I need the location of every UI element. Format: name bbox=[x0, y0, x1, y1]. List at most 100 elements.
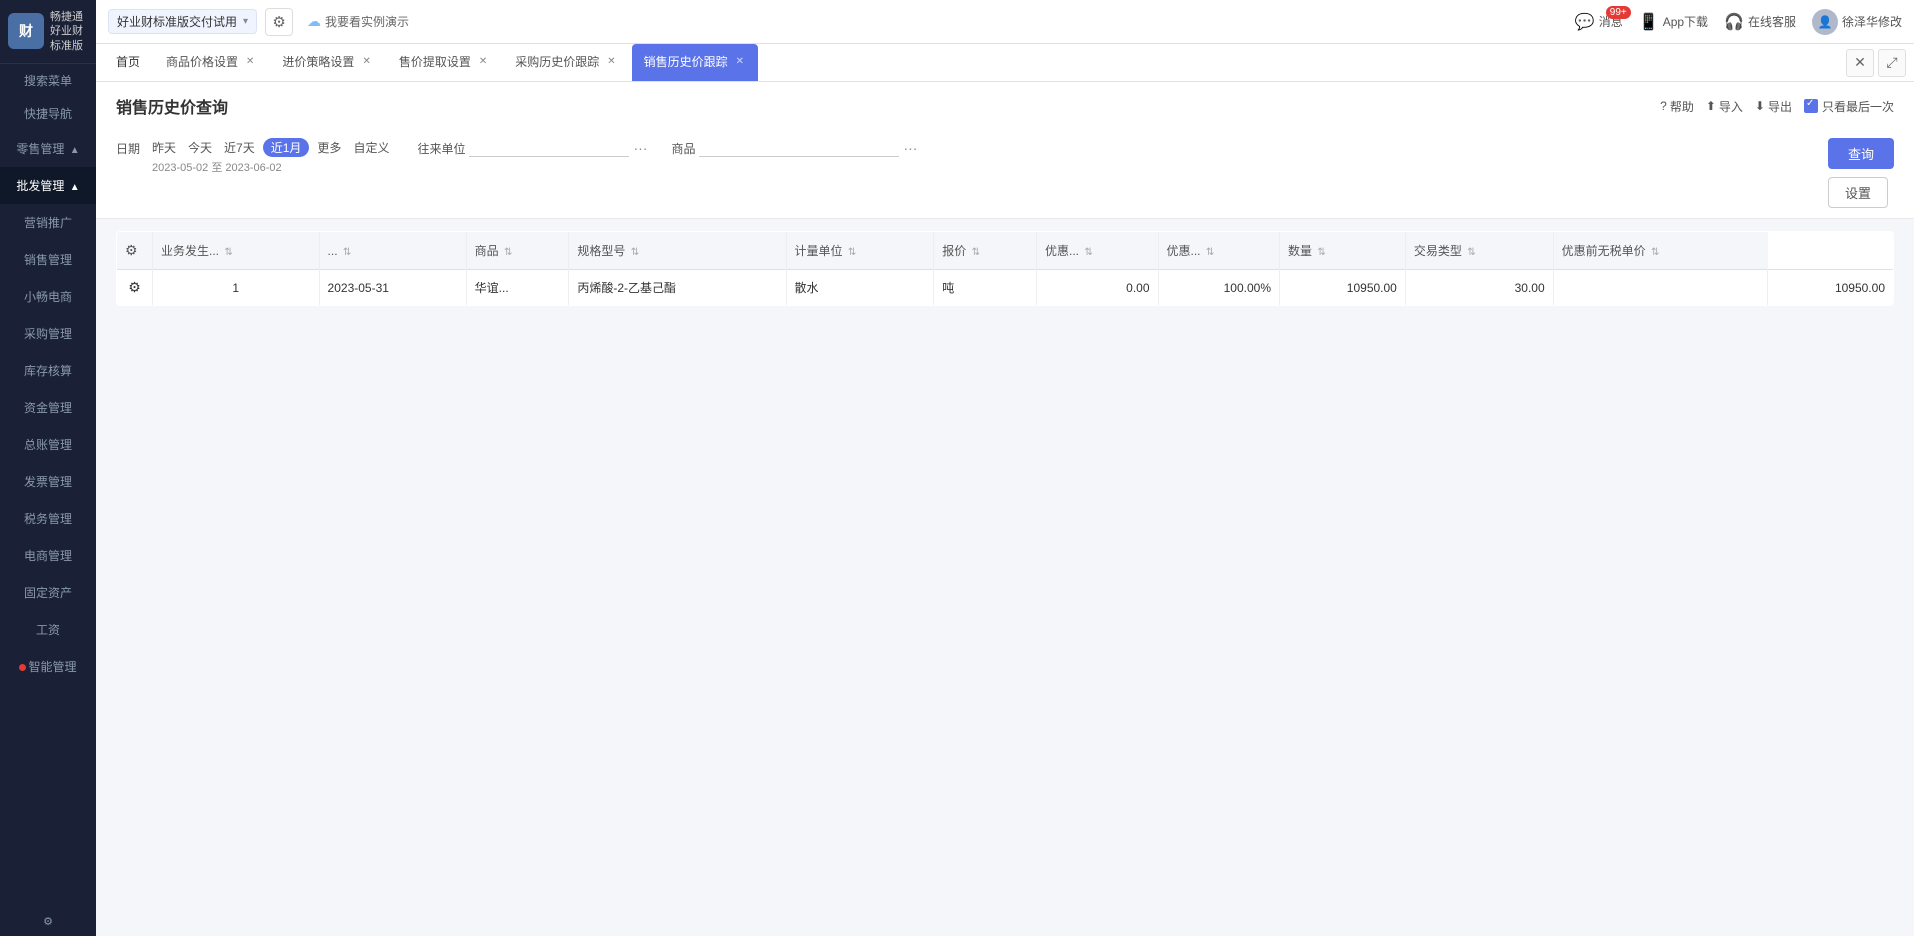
only-last-checkbox[interactable] bbox=[1804, 99, 1818, 113]
help-button[interactable]: ? 帮助 bbox=[1660, 98, 1694, 115]
col-goods[interactable]: 商品 ⇅ bbox=[466, 232, 569, 270]
sidebar-settings[interactable]: ⚙ bbox=[0, 907, 96, 936]
sidebar-item-wholesale[interactable]: 批发管理 ▲ bbox=[0, 167, 96, 204]
tab-purchase-history[interactable]: 采购历史价跟踪 ✕ bbox=[503, 44, 629, 81]
phone-icon: 📱 bbox=[1639, 12, 1659, 32]
tab-expand-btn[interactable]: ⤢ bbox=[1878, 49, 1906, 77]
sidebar-nav-shortcut[interactable]: 快捷导航 bbox=[0, 97, 96, 130]
col-gear[interactable]: ⚙ bbox=[117, 232, 153, 270]
goods-filter: 商品 ··· bbox=[671, 138, 917, 157]
col-pretax-price[interactable]: 优惠前无税单价 ⇅ bbox=[1553, 232, 1767, 270]
date-btn-custom[interactable]: 自定义 bbox=[349, 138, 393, 157]
app-download-label: App下载 bbox=[1663, 13, 1708, 30]
date-btn-more[interactable]: 更多 bbox=[313, 138, 345, 157]
version-selector[interactable]: 好业财标准版交付试用 ▾ bbox=[108, 9, 257, 34]
date-filter-label: 日期 bbox=[116, 138, 140, 157]
date-btn-yesterday[interactable]: 昨天 bbox=[148, 138, 180, 157]
date-btn-1month[interactable]: 近1月 bbox=[263, 138, 310, 157]
date-range-text: 2023-05-02 至 2023-06-02 bbox=[148, 159, 393, 175]
sidebar-item-ecommerce-small[interactable]: 小畅电商 bbox=[0, 278, 96, 315]
tab-strategy[interactable]: 进价策略设置 ✕ bbox=[270, 44, 384, 81]
sidebar-item-finance[interactable]: 资金管理 bbox=[0, 389, 96, 426]
headset-icon: 🎧 bbox=[1724, 12, 1744, 32]
col-qty[interactable]: 数量 ⇅ bbox=[1280, 232, 1406, 270]
col-quote[interactable]: 报价 ⇅ bbox=[934, 232, 1037, 270]
tab-price-close[interactable]: ✕ bbox=[244, 55, 256, 68]
sidebar-item-marketing[interactable]: 营销推广 bbox=[0, 204, 96, 241]
tab-purchase-close[interactable]: ✕ bbox=[605, 55, 617, 68]
filter-row: 日期 昨天 今天 近7天 近1月 更多 自定义 2023-05-02 至 202… bbox=[116, 128, 1894, 218]
sidebar-item-payroll[interactable]: 工资 bbox=[0, 611, 96, 648]
only-last-checkbox-label[interactable]: 只看最后一次 bbox=[1804, 98, 1894, 115]
sidebar-item-tax[interactable]: 税务管理 bbox=[0, 500, 96, 537]
sidebar-item-invoice[interactable]: 发票管理 bbox=[0, 463, 96, 500]
app-download-button[interactable]: 📱 App下载 bbox=[1639, 12, 1708, 32]
table-area: ⚙ 业务发生... ⇅ ... ⇅ 商品 ⇅ 规格型号 ⇅ 计量单位 ⇅ 报价 … bbox=[96, 219, 1914, 936]
tab-sale-price[interactable]: 售价提取设置 ✕ bbox=[387, 44, 501, 81]
cell-unit: 吨 bbox=[934, 270, 1037, 306]
messages-icon: 💬 bbox=[1575, 12, 1595, 32]
main-area: 好业财标准版交付试用 ▾ ⚙ ☁ 我要看实例演示 💬 消息 99+ 📱 App下… bbox=[96, 0, 1914, 936]
settings-gear-icon[interactable]: ⚙ bbox=[265, 8, 293, 36]
version-selector-text: 好业财标准版交付试用 bbox=[117, 13, 237, 30]
sidebar-item-smart[interactable]: 智能管理 bbox=[0, 648, 96, 685]
cell-extra: 华谊... bbox=[466, 270, 569, 306]
app-name: 畅捷通好业财 标准版 bbox=[50, 10, 88, 53]
sidebar-item-fixed-assets[interactable]: 固定资产 bbox=[0, 574, 96, 611]
date-btn-today[interactable]: 今天 bbox=[184, 138, 216, 157]
sidebar: 财 畅捷通好业财 标准版 搜索菜单 快捷导航 零售管理 ▲ 批发管理 ▲ 营销推… bbox=[0, 0, 96, 936]
col-unit[interactable]: 计量单位 ⇅ bbox=[786, 232, 934, 270]
messages-badge: 99+ bbox=[1606, 6, 1631, 19]
source-unit-input[interactable] bbox=[469, 138, 629, 157]
sidebar-logo: 财 畅捷通好业财 标准版 bbox=[0, 0, 96, 64]
goods-input[interactable] bbox=[699, 138, 899, 157]
goods-dots[interactable]: ··· bbox=[903, 140, 917, 156]
tab-close-btn[interactable]: ✕ bbox=[1846, 49, 1874, 77]
import-button[interactable]: ⬆ 导入 bbox=[1706, 98, 1743, 115]
cell-num: 1 bbox=[153, 270, 320, 306]
query-button[interactable]: 查询 bbox=[1828, 138, 1894, 169]
sidebar-item-sales-mgmt[interactable]: 销售管理 bbox=[0, 241, 96, 278]
tab-strategy-close[interactable]: ✕ bbox=[360, 55, 372, 68]
sidebar-item-inventory[interactable]: 库存核算 bbox=[0, 352, 96, 389]
filter-settings-button[interactable]: 设置 bbox=[1828, 177, 1888, 208]
help-label: 帮助 bbox=[1670, 98, 1694, 115]
col-extra[interactable]: ... ⇅ bbox=[319, 232, 466, 270]
cell-discount1: 100.00% bbox=[1158, 270, 1280, 306]
cell-gear[interactable]: ⚙ bbox=[117, 270, 153, 306]
cell-pretax-price: 10950.00 bbox=[1768, 270, 1894, 306]
demo-link[interactable]: ☁ 我要看实例演示 bbox=[307, 13, 409, 30]
tab-price[interactable]: 商品价格设置 ✕ bbox=[154, 44, 268, 81]
tab-sales-history[interactable]: 销售历史价跟踪 ✕ bbox=[632, 44, 758, 81]
messages-button[interactable]: 💬 消息 99+ bbox=[1575, 12, 1623, 32]
source-unit-filter: 往来单位 ··· bbox=[417, 138, 647, 157]
tab-home[interactable]: 首页 bbox=[104, 44, 152, 81]
cell-trade-type bbox=[1553, 270, 1767, 306]
table-body: ⚙ 1 2023-05-31 华谊... 丙烯酸-2-乙基己酯 散水 吨 0.0… bbox=[117, 270, 1894, 306]
data-table: ⚙ 业务发生... ⇅ ... ⇅ 商品 ⇅ 规格型号 ⇅ 计量单位 ⇅ 报价 … bbox=[116, 231, 1894, 306]
sidebar-item-retail[interactable]: 零售管理 ▲ bbox=[0, 130, 96, 167]
chevron-down-icon: ▾ bbox=[243, 16, 248, 27]
online-service-button[interactable]: 🎧 在线客服 bbox=[1724, 12, 1796, 32]
tab-sales-close[interactable]: ✕ bbox=[734, 55, 746, 68]
goods-label: 商品 bbox=[671, 138, 695, 157]
col-trade-type[interactable]: 交易类型 ⇅ bbox=[1405, 232, 1553, 270]
user-avatar: 👤 bbox=[1812, 9, 1838, 35]
sidebar-item-ledger[interactable]: 总账管理 bbox=[0, 426, 96, 463]
col-discount1[interactable]: 优惠... ⇅ bbox=[1037, 232, 1159, 270]
col-spec[interactable]: 规格型号 ⇅ bbox=[569, 232, 786, 270]
demo-icon: ☁ bbox=[307, 13, 321, 30]
sidebar-item-purchase[interactable]: 采购管理 bbox=[0, 315, 96, 352]
date-btn-7days[interactable]: 近7天 bbox=[220, 138, 259, 157]
tab-sale-price-close[interactable]: ✕ bbox=[477, 55, 489, 68]
user-name: 徐泽华修改 bbox=[1842, 13, 1902, 30]
export-label: 导出 bbox=[1768, 98, 1792, 115]
user-button[interactable]: 👤 徐泽华修改 bbox=[1812, 9, 1902, 35]
export-icon: ⬇ bbox=[1755, 99, 1765, 113]
col-date[interactable]: 业务发生... ⇅ bbox=[153, 232, 320, 270]
source-unit-dots[interactable]: ··· bbox=[633, 140, 647, 156]
sidebar-search[interactable]: 搜索菜单 bbox=[0, 64, 96, 97]
export-button[interactable]: ⬇ 导出 bbox=[1755, 98, 1792, 115]
sidebar-item-ecommerce[interactable]: 电商管理 bbox=[0, 537, 96, 574]
col-discount2[interactable]: 优惠... ⇅ bbox=[1158, 232, 1280, 270]
